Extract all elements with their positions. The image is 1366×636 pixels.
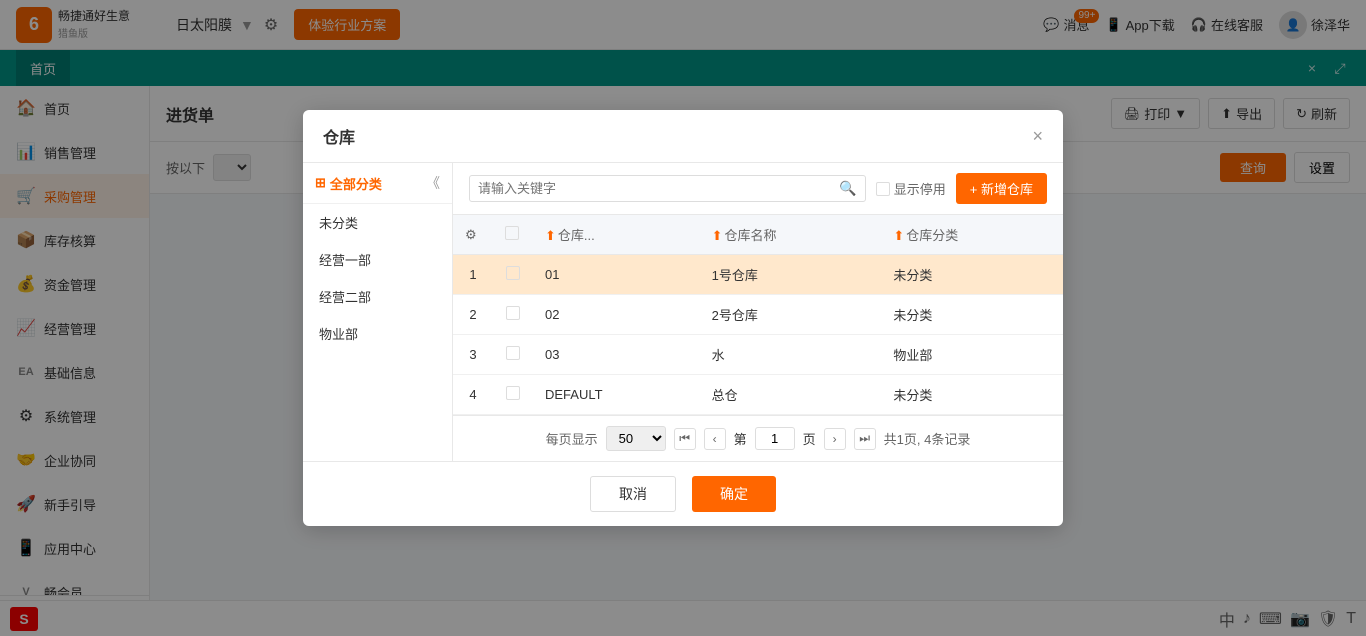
warehouse-modal: 仓库 × ⊞ 全部分类 《 未分类 经营一部 经营二部 物业部 — [303, 110, 1063, 526]
modal-header: 仓库 × — [303, 110, 1063, 163]
row-gear-1: 1 — [453, 255, 493, 295]
next-page-button[interactable]: › — [824, 428, 846, 450]
category-ops2[interactable]: 经营二部 — [303, 278, 452, 315]
th-code: ⬆仓库... — [533, 215, 700, 255]
row-name-4: 总仓 — [700, 375, 882, 415]
add-warehouse-button[interactable]: + 新增仓库 — [956, 173, 1047, 204]
row-code-1: 01 — [533, 255, 700, 295]
th-checkbox — [493, 215, 533, 255]
modal-left-header: ⊞ 全部分类 《 — [303, 163, 452, 204]
page-num-word: 第 — [734, 429, 747, 448]
modal-right-panel: 🔍 显示停用 + 新增仓库 ⚙ — [453, 163, 1063, 461]
modal-footer: 取消 确定 — [303, 461, 1063, 526]
show-disabled-label: 显示停用 — [894, 179, 946, 198]
modal-category-title: ⊞ 全部分类 — [315, 174, 382, 193]
table-row[interactable]: 4 DEFAULT 总仓 未分类 — [453, 375, 1063, 415]
modal-toolbar: 🔍 显示停用 + 新增仓库 — [453, 163, 1063, 215]
modal-left-panel: ⊞ 全部分类 《 未分类 经营一部 经营二部 物业部 — [303, 163, 453, 461]
row-1-checkbox[interactable] — [506, 266, 520, 280]
sort-icon: ⬆ — [545, 228, 556, 243]
th-name: ⬆仓库名称 — [700, 215, 882, 255]
confirm-button[interactable]: 确定 — [692, 476, 776, 512]
row-name-2: 2号仓库 — [700, 295, 882, 335]
modal-overlay: 仓库 × ⊞ 全部分类 《 未分类 经营一部 经营二部 物业部 — [0, 0, 1366, 636]
show-disabled-toggle[interactable]: 显示停用 — [876, 179, 946, 198]
search-icon[interactable]: 🔍 — [839, 180, 856, 197]
row-cat-4: 未分类 — [881, 375, 1063, 415]
table-row[interactable]: 1 01 1号仓库 未分类 — [453, 255, 1063, 295]
row-cat-3: 物业部 — [881, 335, 1063, 375]
modal-body: ⊞ 全部分类 《 未分类 经营一部 经营二部 物业部 🔍 — [303, 163, 1063, 461]
row-4-checkbox[interactable] — [506, 386, 520, 400]
row-code-3: 03 — [533, 335, 700, 375]
row-check-3 — [493, 335, 533, 375]
row-check-4 — [493, 375, 533, 415]
row-gear-2: 2 — [453, 295, 493, 335]
search-input[interactable] — [478, 181, 835, 196]
page-total-info: 共1页, 4条记录 — [884, 429, 971, 448]
modal-title: 仓库 — [323, 124, 355, 148]
page-size-select[interactable]: 50 10 20 100 — [606, 426, 666, 451]
row-2-checkbox[interactable] — [506, 306, 520, 320]
row-code-4: DEFAULT — [533, 375, 700, 415]
search-input-wrap: 🔍 — [469, 175, 866, 202]
pagination: 每页显示 50 10 20 100 ⏮ ‹ 第 页 › ⏭ 共1页, 4条记录 — [453, 415, 1063, 461]
modal-table-wrap: ⚙ ⬆仓库... ⬆仓库名称 — [453, 215, 1063, 415]
modal-close-button[interactable]: × — [1032, 126, 1043, 147]
row-3-checkbox[interactable] — [506, 346, 520, 360]
row-gear-3: 3 — [453, 335, 493, 375]
row-gear-4: 4 — [453, 375, 493, 415]
page-size-label: 每页显示 — [546, 429, 598, 448]
show-disabled-checkbox[interactable] — [876, 182, 890, 196]
sort-cat-icon: ⬆ — [893, 228, 904, 243]
table-header-row: ⚙ ⬆仓库... ⬆仓库名称 — [453, 215, 1063, 255]
category-ops1[interactable]: 经营一部 — [303, 241, 452, 278]
table-row[interactable]: 3 03 水 物业部 — [453, 335, 1063, 375]
table-row[interactable]: 2 02 2号仓库 未分类 — [453, 295, 1063, 335]
th-category: ⬆仓库分类 — [881, 215, 1063, 255]
row-name-3: 水 — [700, 335, 882, 375]
category-unclassified[interactable]: 未分类 — [303, 204, 452, 241]
page-number-input[interactable] — [755, 427, 795, 450]
page-word: 页 — [803, 429, 816, 448]
cancel-button[interactable]: 取消 — [590, 476, 676, 512]
warehouse-table: ⚙ ⬆仓库... ⬆仓库名称 — [453, 215, 1063, 415]
first-page-button[interactable]: ⏮ — [674, 428, 696, 450]
row-check-2 — [493, 295, 533, 335]
th-gear: ⚙ — [453, 215, 493, 255]
row-name-1: 1号仓库 — [700, 255, 882, 295]
grid-icon: ⊞ — [315, 175, 326, 191]
select-all-checkbox[interactable] — [505, 226, 519, 240]
collapse-button[interactable]: 《 — [426, 173, 440, 193]
last-page-button[interactable]: ⏭ — [854, 428, 876, 450]
prev-page-button[interactable]: ‹ — [704, 428, 726, 450]
row-cat-2: 未分类 — [881, 295, 1063, 335]
row-cat-1: 未分类 — [881, 255, 1063, 295]
row-check-1 — [493, 255, 533, 295]
row-code-2: 02 — [533, 295, 700, 335]
sort-name-icon: ⬆ — [712, 228, 723, 243]
category-property[interactable]: 物业部 — [303, 315, 452, 352]
